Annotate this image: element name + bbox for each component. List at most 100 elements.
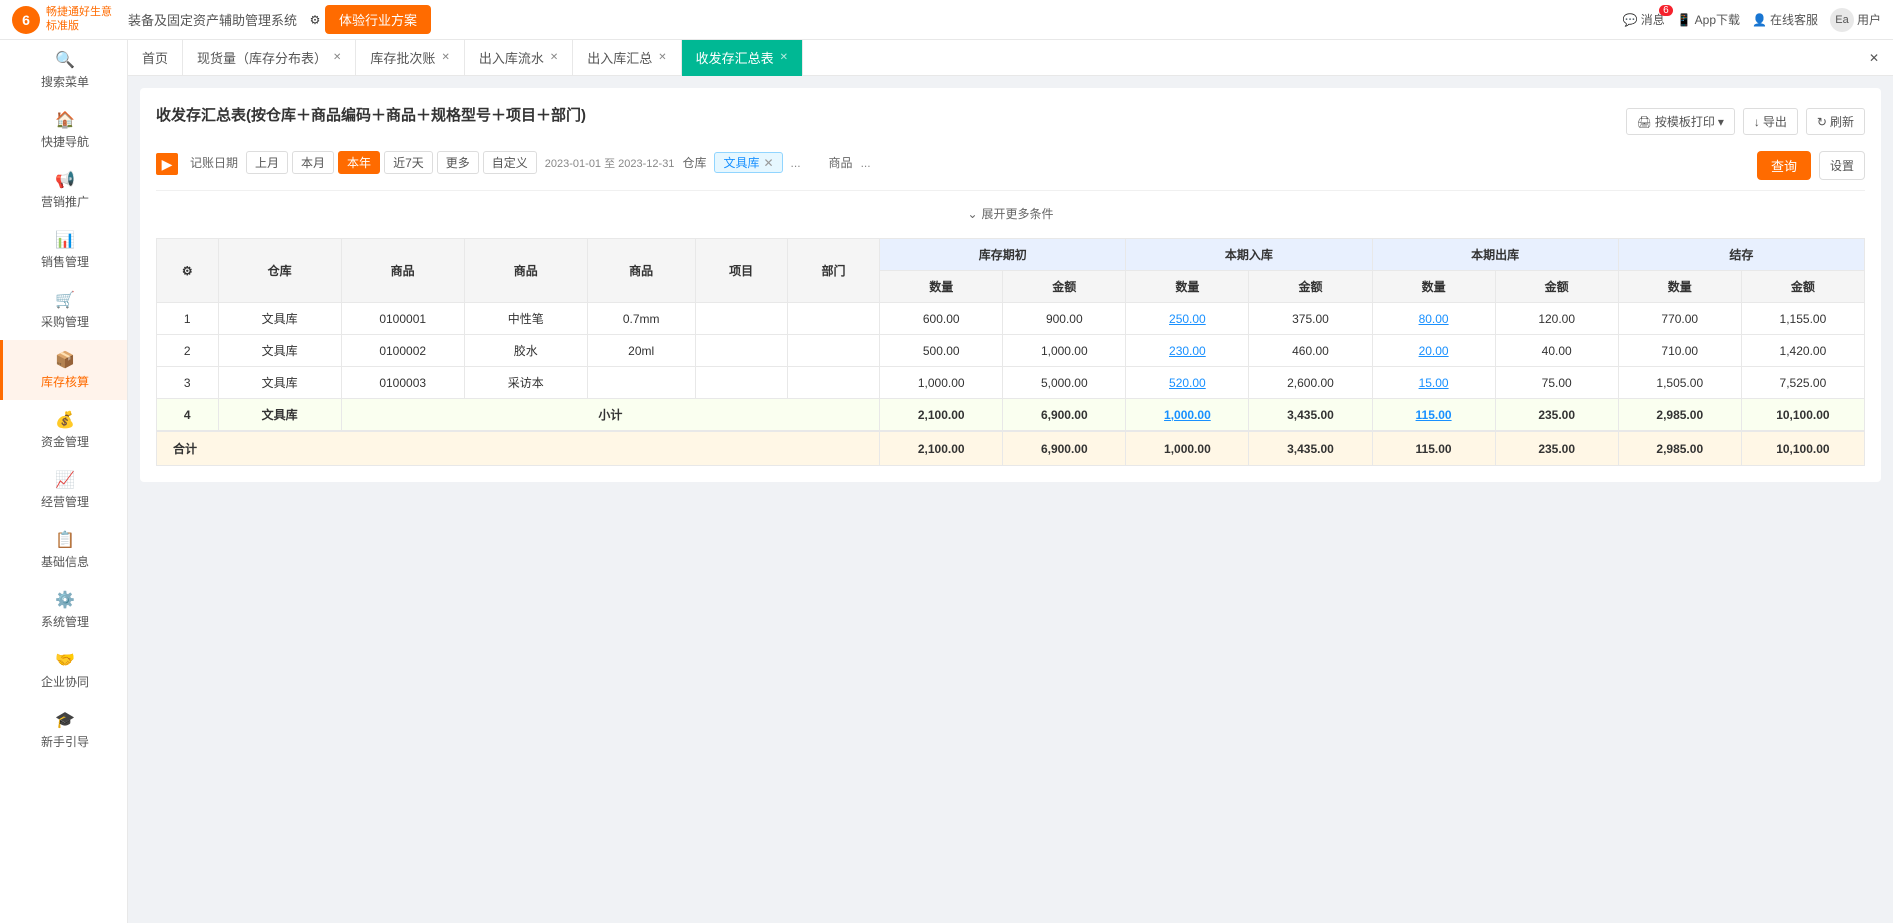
warehouse-tag[interactable]: 文具库 ✕ xyxy=(714,152,782,173)
sidebar-item-marketing[interactable]: 📢 营销推广 xyxy=(0,160,127,220)
sidebar-item-label: 快捷导航 xyxy=(41,133,89,150)
sidebar-item-label: 库存核算 xyxy=(41,373,89,390)
query-btn[interactable]: 查询 xyxy=(1757,151,1811,180)
btn-last-7-days[interactable]: 近7天 xyxy=(384,151,433,174)
cell-open-amt: 900.00 xyxy=(1003,303,1126,335)
sidebar-item-system[interactable]: ⚙️ 系统管理 xyxy=(0,580,127,640)
print-icon: 🖨 xyxy=(1637,115,1652,129)
message-icon-item[interactable]: 💬 消息 6 xyxy=(1623,11,1665,28)
tab-close-flow[interactable]: ✕ xyxy=(550,52,558,63)
th-out-amt: 金额 xyxy=(1495,271,1618,303)
tab-home[interactable]: 首页 xyxy=(128,40,183,76)
online-service-item[interactable]: 👤 在线客服 xyxy=(1752,11,1818,28)
warehouse-tag-close[interactable]: ✕ xyxy=(763,156,773,170)
cell-open-qty: 1,000.00 xyxy=(880,367,1003,399)
btn-custom-date[interactable]: 自定义 xyxy=(483,151,537,174)
cell-warehouse: 文具库 xyxy=(218,335,341,367)
cell-close-qty: 1,505.00 xyxy=(1618,367,1741,399)
sidebar-item-sales[interactable]: 📊 销售管理 xyxy=(0,220,127,280)
cell-out-qty[interactable]: 20.00 xyxy=(1372,335,1495,367)
cell-project xyxy=(695,303,787,335)
th-settings[interactable]: ⚙ xyxy=(157,239,219,303)
cell-open-amt: 5,000.00 xyxy=(1003,367,1126,399)
user-avatar: Ea xyxy=(1830,8,1854,32)
sidebar-item-inventory[interactable]: 📦 库存核算 xyxy=(0,340,127,400)
tab-close-all[interactable]: ✕ xyxy=(1855,51,1893,65)
warehouse-more[interactable]: ... xyxy=(791,156,801,170)
user-item[interactable]: Ea 用户 xyxy=(1830,8,1881,32)
btn-last-month[interactable]: 上月 xyxy=(246,151,288,174)
app-layout: 6 畅捷通好生意 标准版 装备及固定资产辅助管理系统 ⚙ 体验行业方案 💬 消息… xyxy=(0,0,1893,923)
st-out-amt: 235.00 xyxy=(1495,399,1618,432)
cell-close-qty: 770.00 xyxy=(1618,303,1741,335)
footer-out-qty: 115.00 xyxy=(1372,431,1495,466)
filter-settings-btn[interactable]: 设置 xyxy=(1819,151,1865,180)
btn-this-year[interactable]: 本年 xyxy=(338,151,380,174)
experience-button[interactable]: 体验行业方案 xyxy=(325,5,431,34)
tab-recv-summary[interactable]: 收发存汇总表 ✕ xyxy=(682,40,803,76)
sidebar-item-purchase[interactable]: 🛒 采购管理 xyxy=(0,280,127,340)
btn-more-dates[interactable]: 更多 xyxy=(437,151,479,174)
expand-more-btn[interactable]: ⌄ 展开更多条件 xyxy=(156,201,1865,226)
tab-flow[interactable]: 出入库流水 ✕ xyxy=(465,40,573,76)
cell-code: 0100003 xyxy=(341,367,464,399)
sidebar-item-finance[interactable]: 💰 资金管理 xyxy=(0,400,127,460)
filter-bar: ▶ 记账日期 上月 本月 本年 近7天 更多 自定义 xyxy=(156,151,1865,191)
sidebar-item-search[interactable]: 🔍 搜索菜单 xyxy=(0,40,127,100)
filter-toggle-btn[interactable]: ▶ xyxy=(156,153,178,175)
cell-out-qty[interactable]: 15.00 xyxy=(1372,367,1495,399)
tab-close-summary[interactable]: ✕ xyxy=(658,52,666,63)
cell-in-qty[interactable]: 520.00 xyxy=(1126,367,1249,399)
commodity-more[interactable]: ... xyxy=(861,156,871,170)
tab-summary[interactable]: 出入库汇总 ✕ xyxy=(573,40,681,76)
th-close-qty: 数量 xyxy=(1618,271,1741,303)
sidebar-item-newbie[interactable]: 🎓 新手引导 xyxy=(0,700,127,760)
cell-close-amt: 1,155.00 xyxy=(1741,303,1864,335)
search-icon: 🔍 xyxy=(55,50,75,70)
top-bar: 6 畅捷通好生意 标准版 装备及固定资产辅助管理系统 ⚙ 体验行业方案 💬 消息… xyxy=(0,0,1893,40)
refresh-icon: ↻ xyxy=(1817,115,1827,129)
sidebar-item-quick[interactable]: 🏠 快捷导航 xyxy=(0,100,127,160)
sidebar-item-enterprise[interactable]: 🤝 企业协同 xyxy=(0,640,127,700)
btn-this-month[interactable]: 本月 xyxy=(292,151,334,174)
sidebar-item-label: 企业协同 xyxy=(41,673,89,690)
th-warehouse: 仓库 xyxy=(218,239,341,303)
tab-close-recv-summary[interactable]: ✕ xyxy=(780,52,788,63)
sidebar-item-basic[interactable]: 📋 基础信息 xyxy=(0,520,127,580)
cell-out-qty[interactable]: 80.00 xyxy=(1372,303,1495,335)
print-btn[interactable]: 🖨 按模板打印 ▾ xyxy=(1626,108,1735,135)
footer-open-qty: 2,100.00 xyxy=(880,431,1003,466)
filter-content: 记账日期 上月 本月 本年 近7天 更多 自定义 2023-01-01 至 20… xyxy=(190,151,1745,174)
tab-stock-dist[interactable]: 现货量（库存分布表） ✕ xyxy=(183,40,356,76)
refresh-btn[interactable]: ↻ 刷新 xyxy=(1806,108,1865,135)
filter-actions: 查询 设置 xyxy=(1757,151,1865,180)
sidebar-item-operation[interactable]: 📈 经营管理 xyxy=(0,460,127,520)
sidebar: 🔍 搜索菜单 🏠 快捷导航 📢 营销推广 📊 销售管理 🛒 采购管理 📦 xyxy=(0,40,128,923)
page-content: 收发存汇总表(按仓库＋商品编码＋商品＋规格型号＋项目＋部门) 🖨 按模板打印 ▾… xyxy=(128,76,1893,923)
settings-icon[interactable]: ⚙ xyxy=(305,10,325,30)
system-title: 装备及固定资产辅助管理系统 xyxy=(128,10,297,29)
export-btn[interactable]: ↓ 导出 xyxy=(1743,108,1798,135)
cell-in-qty[interactable]: 250.00 xyxy=(1126,303,1249,335)
table-row: 2 文具库 0100002 胶水 20ml 500.00 1,000.00 23… xyxy=(157,335,1865,367)
cell-out-amt: 120.00 xyxy=(1495,303,1618,335)
cell-index: 2 xyxy=(157,335,219,367)
message-badge: 6 xyxy=(1659,5,1673,16)
th-in: 本期入库 xyxy=(1126,239,1372,271)
tab-close-batch[interactable]: ✕ xyxy=(441,52,449,63)
footer-close-amt: 10,100.00 xyxy=(1741,431,1864,466)
download-icon: 📱 xyxy=(1677,13,1692,27)
cell-in-qty[interactable]: 230.00 xyxy=(1126,335,1249,367)
app-download-item[interactable]: 📱 App下载 xyxy=(1677,11,1740,28)
content-area: 首页 现货量（库存分布表） ✕ 库存批次账 ✕ 出入库流水 ✕ 出入库汇总 ✕ xyxy=(128,40,1893,923)
message-icon: 💬 xyxy=(1623,13,1638,27)
sales-icon: 📊 xyxy=(55,230,75,250)
st-out-qty: 115.00 xyxy=(1372,399,1495,432)
st-warehouse: 文具库 xyxy=(218,399,341,432)
tab-close-stock-dist[interactable]: ✕ xyxy=(333,52,341,63)
logo-area: 6 畅捷通好生意 标准版 xyxy=(12,6,112,34)
chevron-down-icon: ▾ xyxy=(1718,115,1724,129)
tab-batch[interactable]: 库存批次账 ✕ xyxy=(356,40,464,76)
date-label: 记账日期 xyxy=(190,154,238,171)
purchase-icon: 🛒 xyxy=(55,290,75,310)
